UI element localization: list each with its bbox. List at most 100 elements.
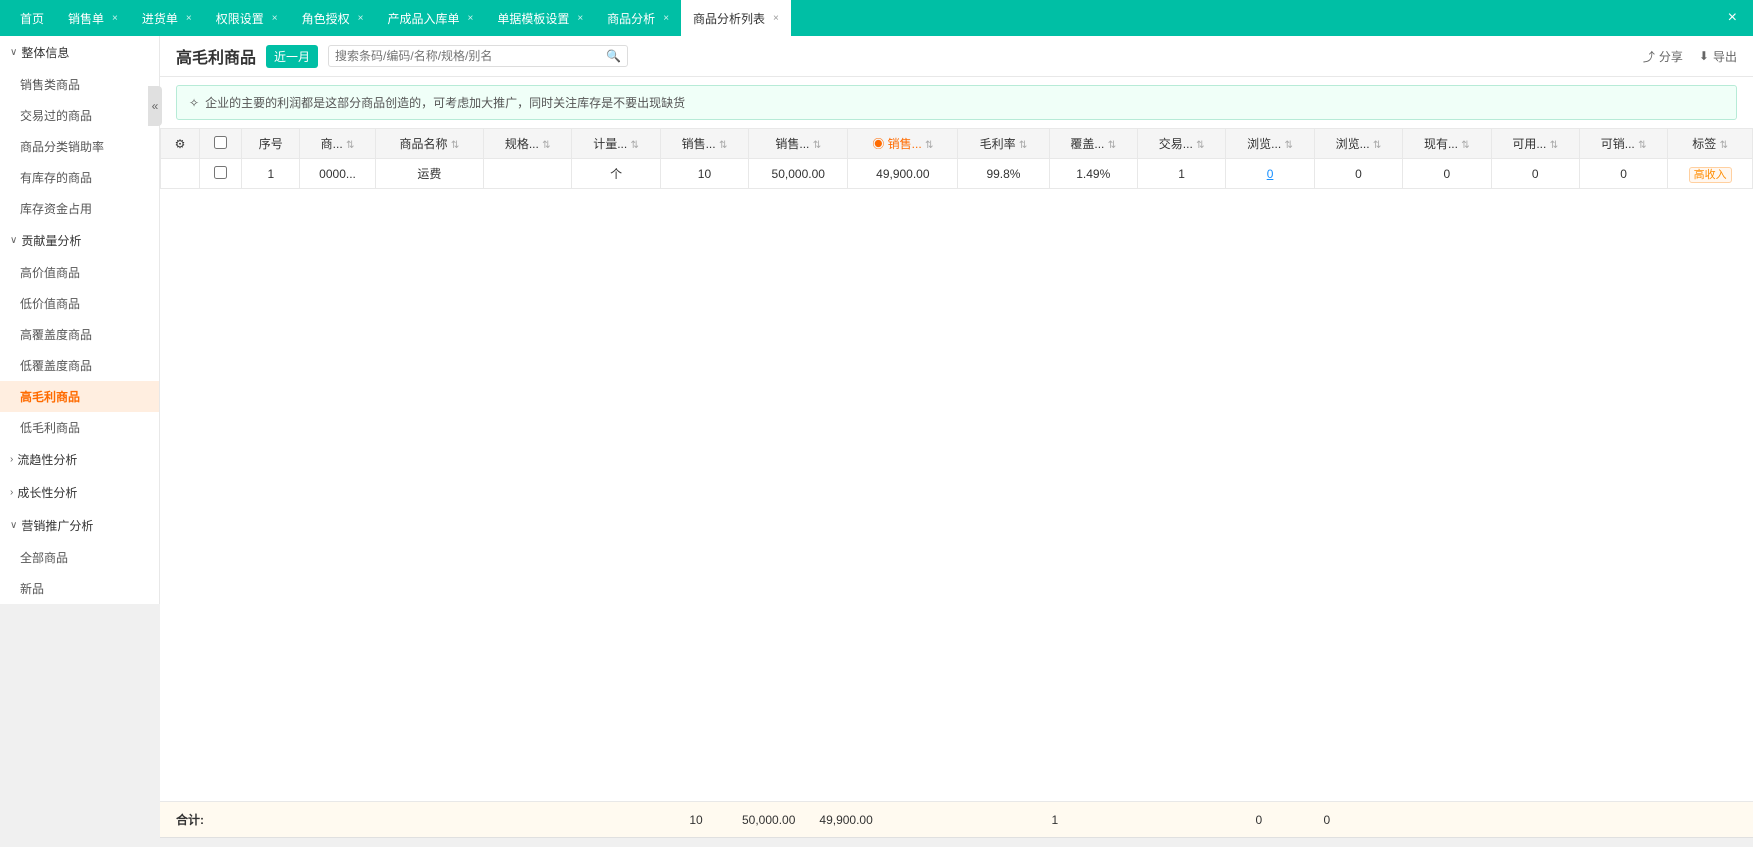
sidebar-section-marketing[interactable]: ∨ 营销推广分析 xyxy=(0,509,159,542)
col-available-stock[interactable]: 可用... ⇅ xyxy=(1491,129,1579,159)
close-icon[interactable]: × xyxy=(467,13,473,24)
sidebar-section-overall[interactable]: ∨ 整体信息 xyxy=(0,36,159,69)
nav-home[interactable]: 首页 xyxy=(8,0,56,36)
sidebar-section-contribution[interactable]: ∨ 贡献量分析 xyxy=(0,224,159,257)
cell-browse2: 0 xyxy=(1314,159,1402,189)
time-filter-button[interactable]: 近一月 xyxy=(266,45,318,68)
cell-name: 运费 xyxy=(375,159,483,189)
table-row: 1 0000... 运费 个 10 50,000.00 49,900.00 99… xyxy=(161,159,1753,189)
horizontal-scrollbar[interactable] xyxy=(160,837,1753,847)
cell-unit: 个 xyxy=(572,159,660,189)
cell-settings xyxy=(161,159,200,189)
sidebar-item-high-margin[interactable]: 高毛利商品 xyxy=(0,381,159,412)
expand-arrow-icon: › xyxy=(10,454,13,465)
col-current-stock[interactable]: 现有... ⇅ xyxy=(1403,129,1491,159)
sidebar-item-stock-capital[interactable]: 库存资金占用 xyxy=(0,193,159,224)
expand-arrow-icon: ∨ xyxy=(10,47,17,58)
footer-sales-qty: 10 xyxy=(666,809,726,831)
sidebar-item-high-coverage[interactable]: 高覆盖度商品 xyxy=(0,319,159,350)
col-gross-margin[interactable]: 毛利率 ⇅ xyxy=(958,129,1049,159)
select-all-checkbox[interactable] xyxy=(214,136,227,149)
browse-link[interactable]: 0 xyxy=(1267,167,1274,181)
cell-checkbox[interactable] xyxy=(200,159,242,189)
nav-role[interactable]: 角色授权 × xyxy=(290,0,376,36)
nav-analysis[interactable]: 商品分析 × xyxy=(595,0,681,36)
sidebar-collapse-button[interactable]: « xyxy=(148,86,162,126)
export-button[interactable]: ⬇ 导出 xyxy=(1699,48,1737,65)
sidebar-container: ∨ 整体信息 销售类商品 交易过的商品 商品分类销助率 有库存的商品 库存资金占… xyxy=(0,36,160,847)
col-tag[interactable]: 标签 ⇅ xyxy=(1668,129,1753,159)
close-icon[interactable]: × xyxy=(773,13,779,24)
footer-current-stock: 0 xyxy=(1229,809,1289,831)
sidebar-item-category-rate[interactable]: 商品分类销助率 xyxy=(0,131,159,162)
sidebar-item-high-value[interactable]: 高价值商品 xyxy=(0,257,159,288)
close-icon[interactable]: × xyxy=(577,13,583,24)
nav-purchase[interactable]: 进货单 × xyxy=(130,0,204,36)
close-icon[interactable]: × xyxy=(358,13,364,24)
main-layout: ∨ 整体信息 销售类商品 交易过的商品 商品分类销助率 有库存的商品 库存资金占… xyxy=(0,36,1753,847)
col-browse1[interactable]: 浏览... ⇅ xyxy=(1226,129,1314,159)
col-sales-amount[interactable]: 销售... ⇅ xyxy=(749,129,848,159)
cell-current-stock: 0 xyxy=(1403,159,1491,189)
close-icon[interactable]: × xyxy=(663,13,669,24)
content-header: 高毛利商品 近一月 🔍 ⤴ 分享 ⬇ 导出 xyxy=(160,36,1753,77)
sidebar-item-traded-goods[interactable]: 交易过的商品 xyxy=(0,100,159,131)
sidebar-item-sales-goods[interactable]: 销售类商品 xyxy=(0,69,159,100)
nav-analysis-list[interactable]: 商品分析列表 × xyxy=(681,0,791,36)
cell-code: 0000... xyxy=(300,159,376,189)
footer-sales-amount: 50,000.00 xyxy=(734,809,803,831)
search-input[interactable] xyxy=(335,49,602,63)
sidebar-section-flow[interactable]: › 流趋性分析 xyxy=(0,443,159,476)
nav-permission[interactable]: 权限设置 × xyxy=(204,0,290,36)
col-checkbox[interactable] xyxy=(200,129,242,159)
col-coverage[interactable]: 覆盖... ⇅ xyxy=(1049,129,1137,159)
cell-tag: 高收入 xyxy=(1668,159,1753,189)
sidebar-section-growth[interactable]: › 成长性分析 xyxy=(0,476,159,509)
share-button[interactable]: ⤴ 分享 xyxy=(1643,48,1683,65)
cell-sales-amount: 50,000.00 xyxy=(749,159,848,189)
row-checkbox[interactable] xyxy=(214,166,227,179)
close-icon[interactable]: × xyxy=(186,13,192,24)
close-all-button[interactable]: × xyxy=(1720,9,1745,27)
data-table: ⚙ 序号 商... ⇅ 商品名称 ⇅ 规格... ⇅ 计量... ⇅ 销售...… xyxy=(160,128,1753,189)
data-table-wrap: ⚙ 序号 商... ⇅ 商品名称 ⇅ 规格... ⇅ 计量... ⇅ 销售...… xyxy=(160,128,1753,801)
footer-available-stock: 0 xyxy=(1297,809,1357,831)
cell-browse1[interactable]: 0 xyxy=(1226,159,1314,189)
col-sales-cost[interactable]: ◉ 销售... ⇅ xyxy=(848,129,958,159)
nav-template[interactable]: 单据模板设置 × xyxy=(485,0,595,36)
footer-trade-count: 1 xyxy=(1025,809,1085,831)
cell-index: 1 xyxy=(242,159,300,189)
sidebar-item-all-goods[interactable]: 全部商品 xyxy=(0,542,159,573)
nav-product-entry[interactable]: 产成品入库单 × xyxy=(375,0,485,36)
nav-sales[interactable]: 销售单 × xyxy=(56,0,130,36)
col-settings[interactable]: ⚙ xyxy=(161,129,200,159)
footer-totals: 合计: 10 50,000.00 49,900.00 1 0 0 xyxy=(160,801,1753,837)
content-area: 高毛利商品 近一月 🔍 ⤴ 分享 ⬇ 导出 ✧ 企业的主要的利润都是这部分商品创… xyxy=(160,36,1753,847)
search-icon[interactable]: 🔍 xyxy=(606,49,621,63)
cell-trade: 1 xyxy=(1137,159,1225,189)
col-index: 序号 xyxy=(242,129,300,159)
cell-gross-margin: 99.8% xyxy=(958,159,1049,189)
cell-sellable-stock: 0 xyxy=(1579,159,1667,189)
col-code[interactable]: 商... ⇅ xyxy=(300,129,376,159)
sidebar-item-new-goods[interactable]: 新品 xyxy=(0,573,159,604)
col-name[interactable]: 商品名称 ⇅ xyxy=(375,129,483,159)
cell-sales-qty: 10 xyxy=(660,159,748,189)
sidebar-item-low-value[interactable]: 低价值商品 xyxy=(0,288,159,319)
col-sellable-stock[interactable]: 可销... ⇅ xyxy=(1579,129,1667,159)
close-icon[interactable]: × xyxy=(112,13,118,24)
close-icon[interactable]: × xyxy=(272,13,278,24)
top-nav: 首页 销售单 × 进货单 × 权限设置 × 角色授权 × 产成品入库单 × 单据… xyxy=(0,0,1753,36)
col-trade[interactable]: 交易... ⇅ xyxy=(1137,129,1225,159)
expand-arrow-icon: ∨ xyxy=(10,235,17,246)
expand-arrow-icon: ∨ xyxy=(10,520,17,531)
col-sales-qty[interactable]: 销售... ⇅ xyxy=(660,129,748,159)
col-unit[interactable]: 计量... ⇅ xyxy=(572,129,660,159)
col-spec[interactable]: 规格... ⇅ xyxy=(483,129,571,159)
col-browse2[interactable]: 浏览... ⇅ xyxy=(1314,129,1402,159)
sidebar-item-in-stock[interactable]: 有库存的商品 xyxy=(0,162,159,193)
sidebar-item-low-margin[interactable]: 低毛利商品 xyxy=(0,412,159,443)
cell-available-stock: 0 xyxy=(1491,159,1579,189)
sidebar-item-low-coverage[interactable]: 低覆盖度商品 xyxy=(0,350,159,381)
cell-sales-cost: 49,900.00 xyxy=(848,159,958,189)
